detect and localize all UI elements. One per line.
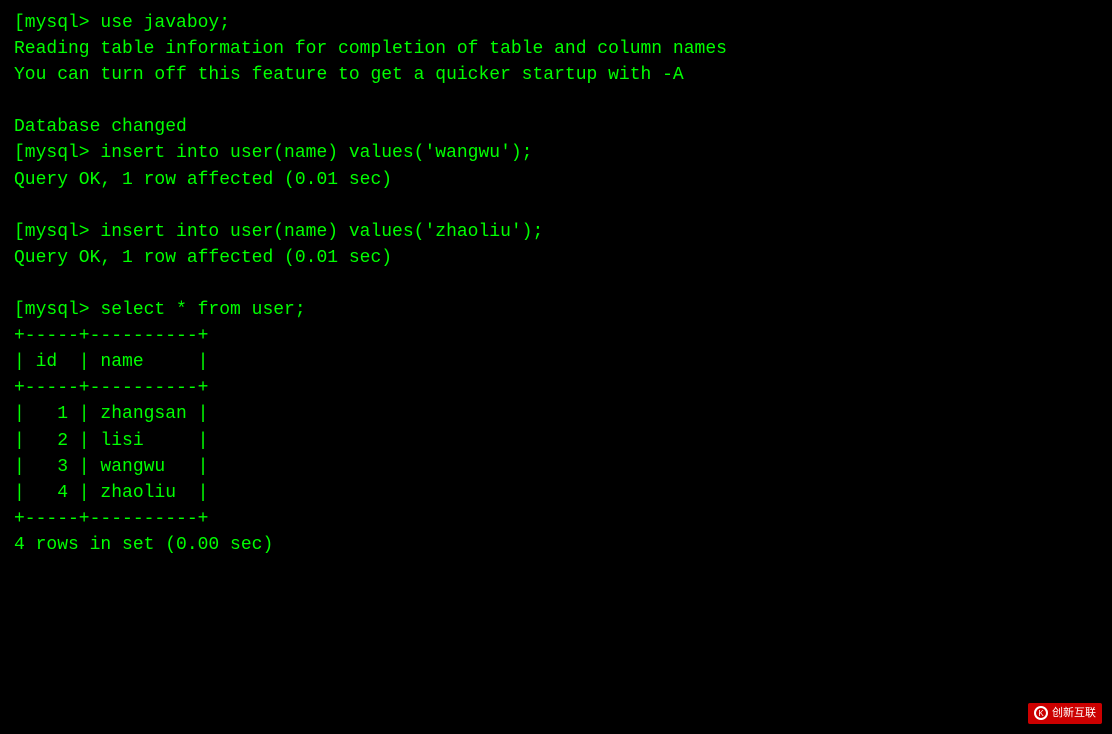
watermark-text: 创新互联 (1052, 706, 1096, 721)
terminal-output: [mysql> use javaboy; Reading table infor… (14, 10, 1098, 558)
watermark-icon: K (1034, 706, 1048, 720)
watermark-badge: K 创新互联 (1028, 703, 1102, 724)
terminal-window: [mysql> use javaboy; Reading table infor… (0, 0, 1112, 734)
